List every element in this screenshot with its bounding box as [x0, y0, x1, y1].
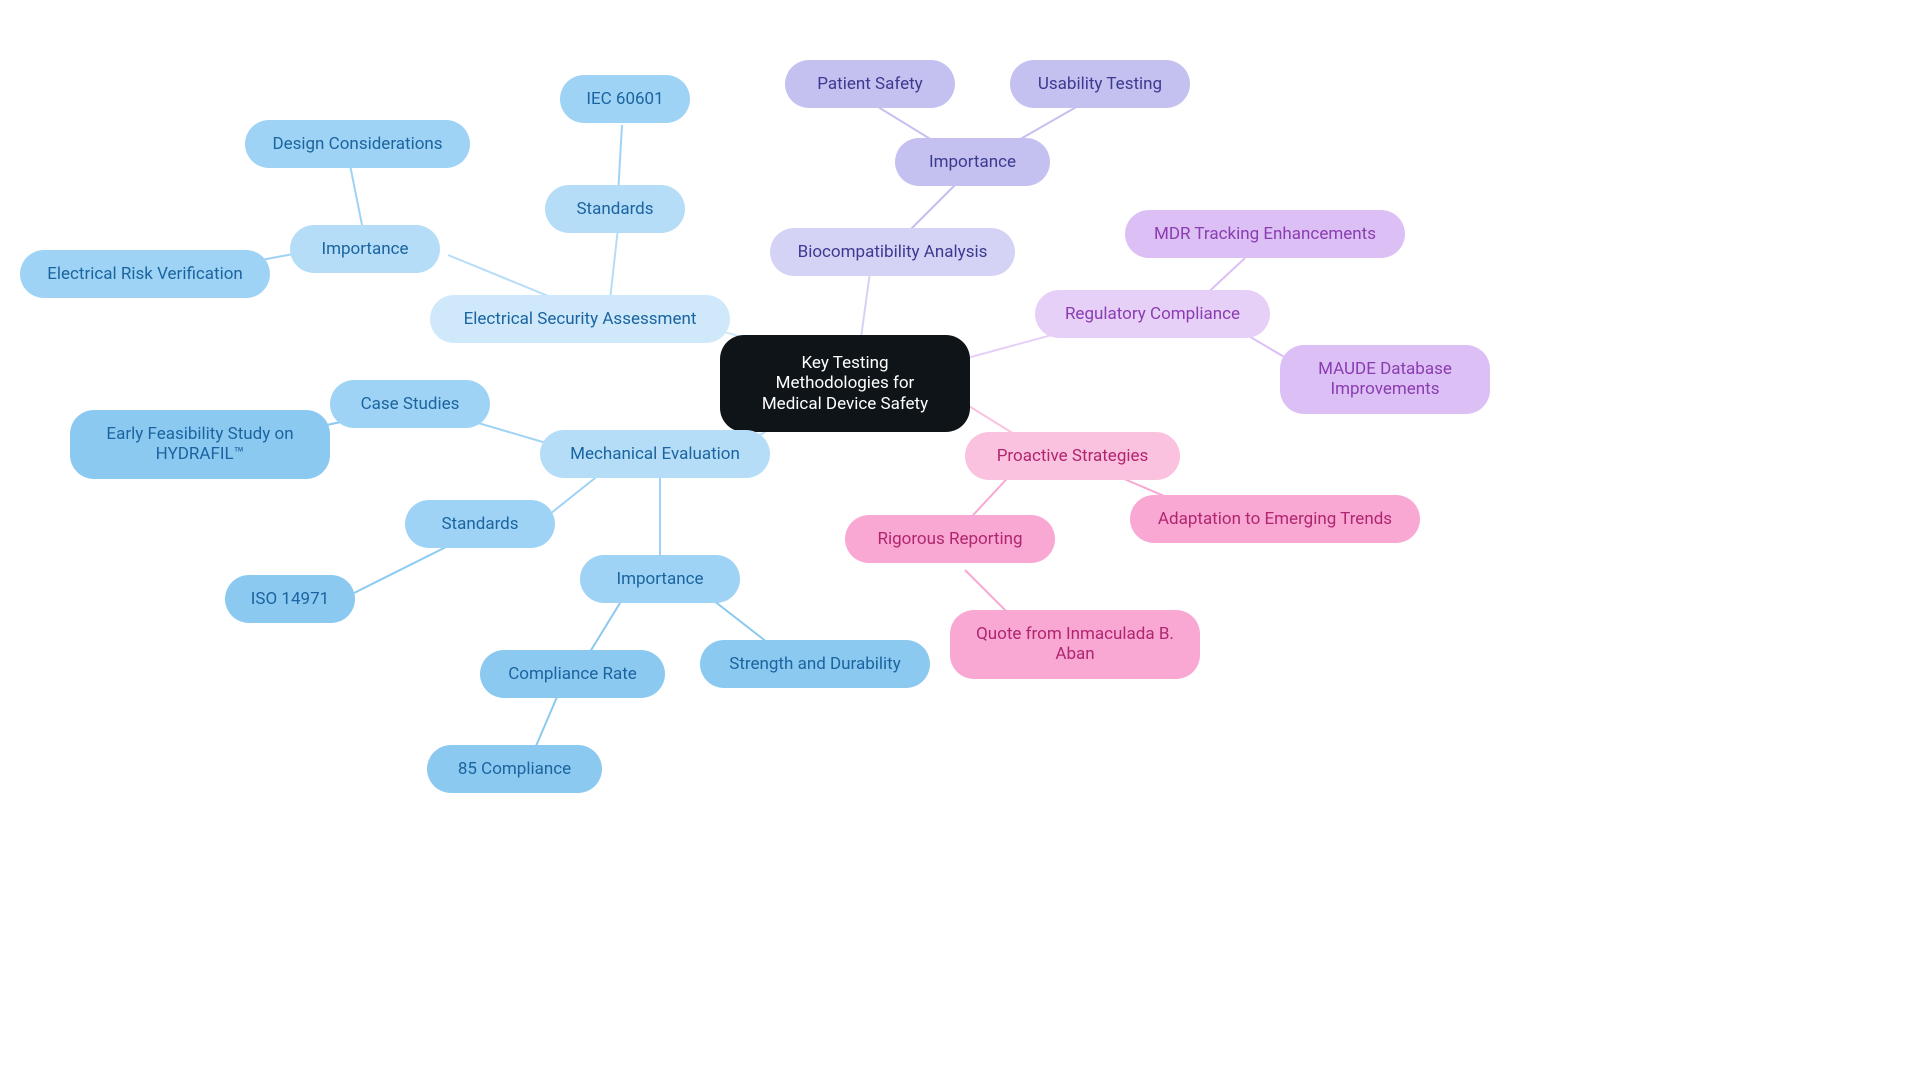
node-mechanical-importance[interactable]: Importance: [580, 555, 740, 603]
node-compliance-rate[interactable]: Compliance Rate: [480, 650, 665, 698]
node-mdr-tracking[interactable]: MDR Tracking Enhancements: [1125, 210, 1405, 258]
node-electrical-standards[interactable]: Standards: [545, 185, 685, 233]
node-strength-durability[interactable]: Strength and Durability: [700, 640, 930, 688]
node-biocomp-importance[interactable]: Importance: [895, 138, 1050, 186]
node-85-compliance[interactable]: 85 Compliance: [427, 745, 602, 793]
node-hydrafil-study[interactable]: Early Feasibility Study on HYDRAFIL™: [70, 410, 330, 479]
branch-electrical[interactable]: Electrical Security Assessment: [430, 295, 730, 343]
node-case-studies[interactable]: Case Studies: [330, 380, 490, 428]
node-rigorous-reporting[interactable]: Rigorous Reporting: [845, 515, 1055, 563]
node-iec-60601[interactable]: IEC 60601: [560, 75, 690, 123]
center-node[interactable]: Key Testing Methodologies for Medical De…: [720, 335, 970, 432]
mindmap-canvas: Key Testing Methodologies for Medical De…: [0, 0, 1920, 1083]
branch-proactive[interactable]: Proactive Strategies: [965, 432, 1180, 480]
node-usability-testing[interactable]: Usability Testing: [1010, 60, 1190, 108]
branch-regulatory[interactable]: Regulatory Compliance: [1035, 290, 1270, 338]
branch-mechanical[interactable]: Mechanical Evaluation: [540, 430, 770, 478]
node-adaptation-trends[interactable]: Adaptation to Emerging Trends: [1130, 495, 1420, 543]
node-mechanical-standards[interactable]: Standards: [405, 500, 555, 548]
node-maude-database[interactable]: MAUDE Database Improvements: [1280, 345, 1490, 414]
node-patient-safety[interactable]: Patient Safety: [785, 60, 955, 108]
branch-biocompatibility[interactable]: Biocompatibility Analysis: [770, 228, 1015, 276]
node-quote-aban[interactable]: Quote from Inmaculada B. Aban: [950, 610, 1200, 679]
node-iso-14971[interactable]: ISO 14971: [225, 575, 355, 623]
node-design-considerations[interactable]: Design Considerations: [245, 120, 470, 168]
node-electrical-importance[interactable]: Importance: [290, 225, 440, 273]
node-electrical-risk-verification[interactable]: Electrical Risk Verification: [20, 250, 270, 298]
